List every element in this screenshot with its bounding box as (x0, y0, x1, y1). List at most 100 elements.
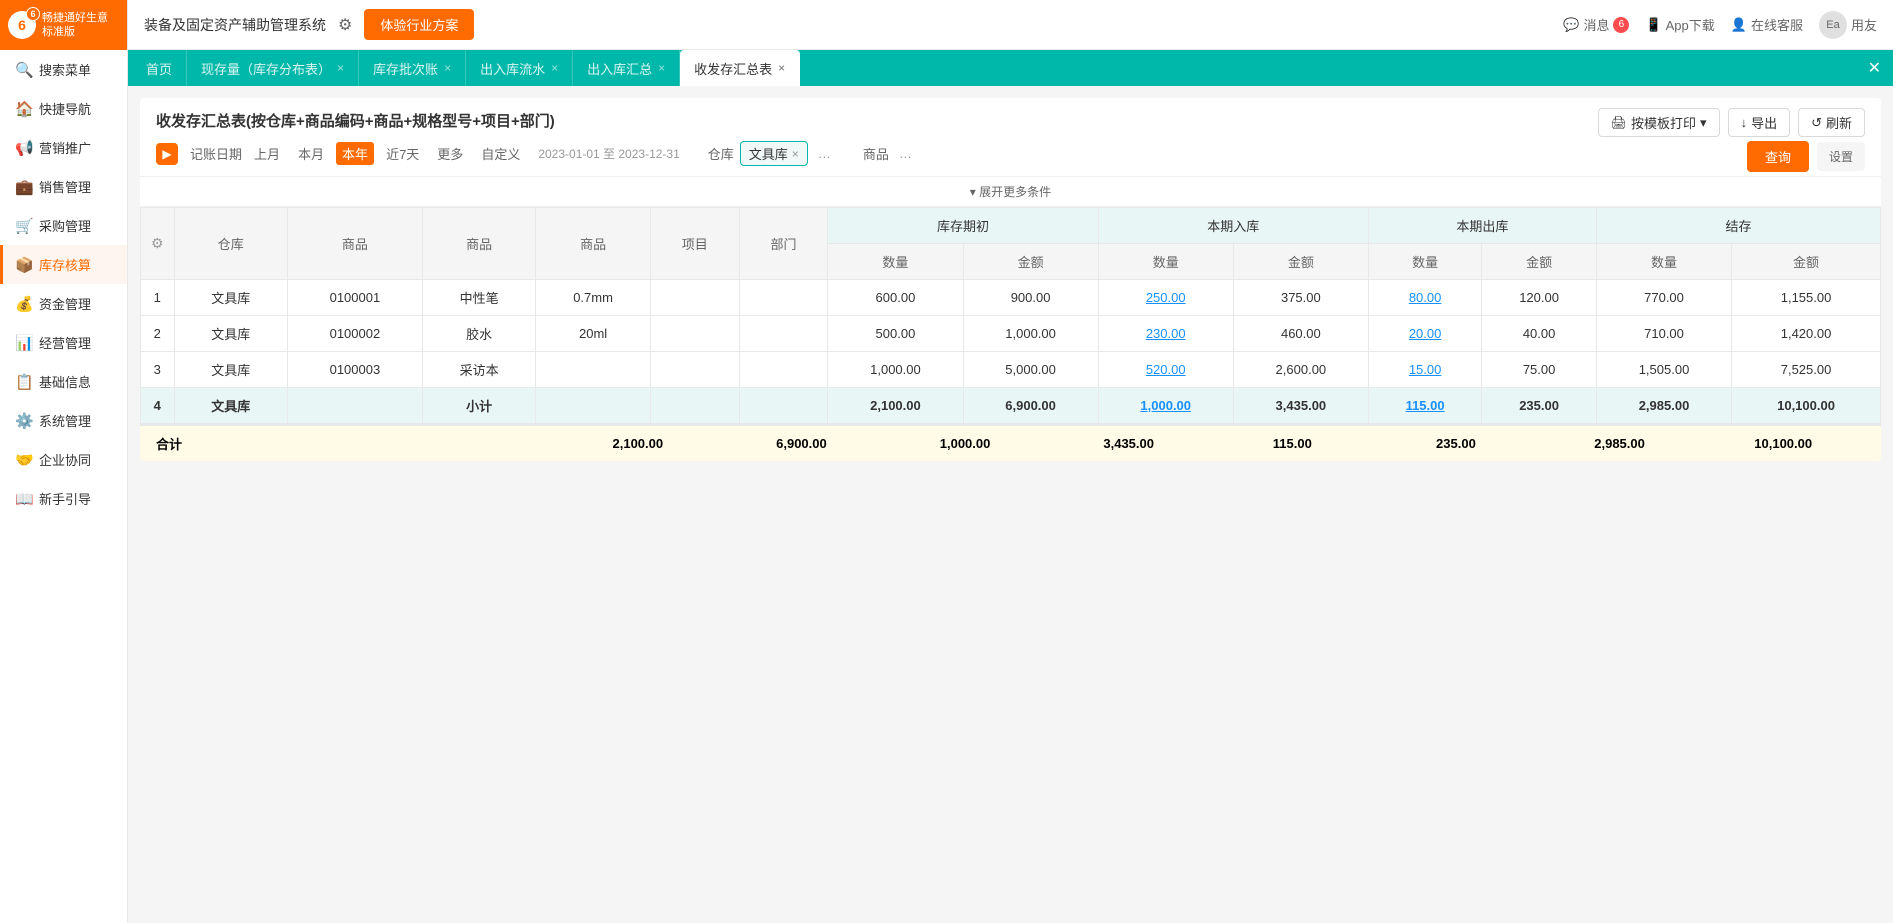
sidebar-item-label: 企业协同 (39, 450, 91, 469)
date-curr-month-btn[interactable]: 本月 (292, 142, 330, 165)
logo-icon: 6 6 (8, 11, 36, 39)
row-out-qty[interactable]: 15.00 (1368, 352, 1481, 388)
row-opening-qty: 2,100.00 (828, 388, 963, 424)
date-7days-btn[interactable]: 近7天 (380, 142, 425, 165)
content-area: 收发存汇总表(按仓库+商品编码+商品+规格型号+项目+部门) 🖨 按模板打印 ▾… (128, 86, 1893, 923)
config-icon[interactable]: ⚙ (338, 15, 352, 35)
footer-label: 合计 (156, 434, 536, 453)
tab-inout-flow[interactable]: 出入库流水 × (466, 50, 573, 86)
col-spec-header: 商品 (536, 208, 651, 280)
sidebar-item-basic[interactable]: 📋 基础信息 (0, 362, 127, 401)
sidebar-item-newbie[interactable]: 📖 新手引导 (0, 479, 127, 518)
app-download-item[interactable]: 📱 App下载 (1645, 15, 1714, 34)
footer-out-qty: 115.00 (1211, 436, 1375, 451)
filter-arrow-button[interactable]: ▶ (156, 143, 178, 165)
row-in-qty[interactable]: 1,000.00 (1098, 388, 1233, 424)
sidebar-item-inventory[interactable]: 📦 库存核算 (0, 245, 127, 284)
expand-icon: ▾ (970, 185, 976, 199)
tab-home[interactable]: 首页 (132, 50, 187, 86)
table-row: 3文具库0100003采访本1,000.005,000.00520.002,60… (141, 352, 1881, 388)
tab-close-icon[interactable]: × (658, 61, 665, 75)
sidebar-item-operations[interactable]: 📊 经营管理 (0, 323, 127, 362)
tab-close-icon[interactable]: × (444, 61, 451, 75)
inventory-icon: 📦 (15, 256, 33, 274)
sidebar-item-label: 库存核算 (39, 255, 91, 274)
row-out-qty[interactable]: 80.00 (1368, 280, 1481, 316)
tab-inventory-dist[interactable]: 现存量（库存分布表） × (187, 50, 359, 86)
sidebar-item-purchase[interactable]: 🛒 采购管理 (0, 206, 127, 245)
query-button[interactable]: 查询 (1747, 141, 1809, 172)
tab-batch[interactable]: 库存批次账 × (359, 50, 466, 86)
goods-more-icon[interactable]: … (895, 146, 916, 161)
warehouse-tag[interactable]: 文具库 × (740, 141, 808, 166)
row-out-qty[interactable]: 20.00 (1368, 316, 1481, 352)
row-warehouse: 文具库 (174, 280, 287, 316)
expand-more-bar[interactable]: ▾ 展开更多条件 (140, 177, 1881, 207)
footer-values: 2,100.00 6,900.00 1,000.00 3,435.00 115.… (556, 436, 1865, 451)
date-filter-group: 记账日期 上月 本月 本年 近7天 更多 自定义 (190, 142, 526, 165)
sidebar-item-quick[interactable]: 🏠 快捷导航 (0, 89, 127, 128)
marketing-icon: 📢 (15, 139, 33, 157)
tabs-close-all-icon[interactable]: ✕ (1860, 58, 1889, 78)
sidebar-item-search[interactable]: 🔍 搜索菜单 (0, 50, 127, 89)
date-more-btn[interactable]: 更多 (431, 142, 469, 165)
row-warehouse: 文具库 (174, 316, 287, 352)
settings-button[interactable]: 设置 (1817, 142, 1865, 171)
page-title: 收发存汇总表(按仓库+商品编码+商品+规格型号+项目+部门) (156, 113, 555, 130)
main-area: 装备及固定资产辅助管理系统 ⚙ 体验行业方案 💬 消息 6 📱 App下载 👤 … (128, 0, 1893, 923)
sidebar-item-sales[interactable]: 💼 销售管理 (0, 167, 127, 206)
col-in-header: 本期入库 (1098, 208, 1368, 244)
table-settings-icon[interactable]: ⚙ (151, 235, 164, 251)
filter-bar: ▶ 记账日期 上月 本月 本年 近7天 更多 自定义 2023-01-01 至 … (140, 131, 1881, 177)
export-icon: ↓ (1741, 115, 1748, 130)
row-out-qty[interactable]: 115.00 (1368, 388, 1481, 424)
col-project-header: 项目 (650, 208, 739, 280)
search-icon: 🔍 (15, 61, 33, 79)
tab-stock-summary[interactable]: 收发存汇总表 × (680, 50, 800, 86)
row-in-qty[interactable]: 250.00 (1098, 280, 1233, 316)
online-service-item[interactable]: 👤 在线客服 (1731, 15, 1803, 34)
row-out-amt: 120.00 (1482, 280, 1597, 316)
operations-icon: 📊 (15, 334, 33, 352)
sidebar-item-finance[interactable]: 💰 资金管理 (0, 284, 127, 323)
tab-close-icon[interactable]: × (551, 61, 558, 75)
row-in-qty[interactable]: 520.00 (1098, 352, 1233, 388)
tabs-bar: 首页 现存量（库存分布表） × 库存批次账 × 出入库流水 × 出入库汇总 × … (128, 50, 1893, 86)
date-curr-year-btn[interactable]: 本年 (336, 142, 374, 165)
col-in-amt-header: 金额 (1233, 244, 1368, 280)
footer-opening-qty: 2,100.00 (556, 436, 720, 451)
row-balance-qty: 710.00 (1596, 316, 1731, 352)
tab-inout-summary[interactable]: 出入库汇总 × (573, 50, 680, 86)
experience-button[interactable]: 体验行业方案 (364, 9, 474, 40)
tab-close-icon[interactable]: × (778, 61, 785, 75)
row-balance-qty: 1,505.00 (1596, 352, 1731, 388)
sidebar-item-label: 经营管理 (39, 333, 91, 352)
date-range-display: 2023-01-01 至 2023-12-31 (538, 145, 679, 162)
tab-close-icon[interactable]: × (337, 61, 344, 75)
col-in-qty-header: 数量 (1098, 244, 1233, 280)
sidebar-item-corp[interactable]: 🤝 企业协同 (0, 440, 127, 479)
row-in-qty[interactable]: 230.00 (1098, 316, 1233, 352)
row-balance-qty: 2,985.00 (1596, 388, 1731, 424)
sidebar-item-marketing[interactable]: 📢 营销推广 (0, 128, 127, 167)
table-row: 4文具库小计2,100.006,900.001,000.003,435.0011… (141, 388, 1881, 424)
user-item[interactable]: Ea 用友 (1819, 11, 1877, 39)
sidebar-item-label: 搜索菜单 (39, 60, 91, 79)
row-spec (536, 388, 651, 424)
row-no: 1 (141, 280, 175, 316)
col-balance-header: 结存 (1596, 208, 1880, 244)
sidebar-item-label: 新手引导 (39, 489, 91, 508)
sidebar-item-system[interactable]: ⚙️ 系统管理 (0, 401, 127, 440)
footer-balance-qty: 2,985.00 (1538, 436, 1702, 451)
sales-icon: 💼 (15, 178, 33, 196)
warehouse-more-icon[interactable]: … (814, 146, 835, 161)
row-opening-amt: 6,900.00 (963, 388, 1098, 424)
warehouse-tag-close-icon[interactable]: × (792, 147, 799, 161)
sidebar: 6 6 畅捷通好生意 标准版 🔍 搜索菜单 🏠 快捷导航 📢 营销推广 💼 销售… (0, 0, 128, 923)
messages-item[interactable]: 💬 消息 6 (1563, 15, 1629, 34)
messages-badge: 6 (1613, 17, 1629, 33)
row-in-amt: 3,435.00 (1233, 388, 1368, 424)
row-code: 0100003 (287, 352, 422, 388)
date-custom-btn[interactable]: 自定义 (475, 142, 526, 165)
date-prev-month-btn[interactable]: 上月 (248, 142, 286, 165)
